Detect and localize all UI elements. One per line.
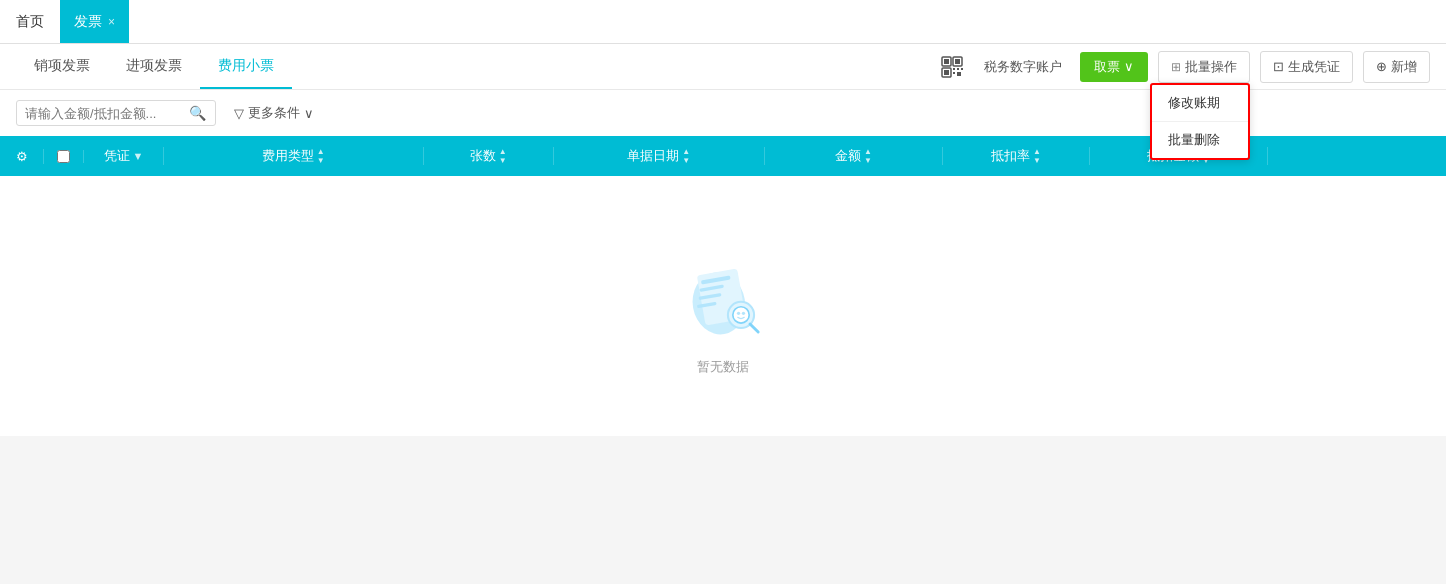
sort-date[interactable]: ▲ ▼	[682, 147, 690, 165]
sort-down-icon: ▼	[682, 156, 690, 165]
batch-ops-dropdown: 修改账期 批量删除	[1150, 83, 1250, 160]
svg-rect-5	[944, 70, 949, 75]
svg-rect-8	[961, 68, 963, 70]
take-invoice-arrow: ∨	[1124, 59, 1134, 74]
invoice-tab-close[interactable]: ×	[108, 15, 115, 29]
table-container: ⚙ 凭证 ▼ 费用类型 ▲ ▼ 张数 ▲ ▼ 单据日期 ▲	[0, 136, 1446, 436]
batch-delete-item[interactable]: 批量删除	[1152, 122, 1248, 158]
add-button[interactable]: ⊕ 新增	[1363, 51, 1430, 83]
sort-amount[interactable]: ▲ ▼	[864, 147, 872, 165]
home-label: 首页	[16, 13, 44, 31]
sort-up-icon: ▲	[682, 147, 690, 156]
more-conditions-arrow: ∨	[304, 106, 314, 121]
batch-ops-icon: ⊞	[1171, 60, 1181, 74]
tab-sales-invoice[interactable]: 销项发票	[16, 44, 108, 89]
svg-point-21	[742, 312, 745, 315]
col-expense-type: 费用类型 ▲ ▼	[164, 147, 424, 165]
sort-rate[interactable]: ▲ ▼	[1033, 147, 1041, 165]
col-amount: 金额 ▲ ▼	[765, 147, 944, 165]
top-nav: 首页 发票 ×	[0, 0, 1446, 44]
search-icon[interactable]: 🔍	[189, 105, 206, 121]
invoice-tab-label: 发票	[74, 13, 102, 31]
empty-state: 暂无数据	[0, 176, 1446, 436]
empty-state-text: 暂无数据	[697, 358, 749, 376]
more-conditions-button[interactable]: ▽ 更多条件 ∨	[226, 100, 322, 126]
empty-state-icon	[673, 256, 773, 346]
sort-down-icon: ▼	[317, 156, 325, 165]
svg-rect-7	[957, 68, 959, 70]
generate-voucher-icon: ⊡	[1273, 59, 1284, 74]
sort-up-icon: ▲	[499, 147, 507, 156]
col-count: 张数 ▲ ▼	[424, 147, 554, 165]
take-invoice-button[interactable]: 取票 ∨	[1080, 52, 1148, 82]
col-voucher: 凭证 ▼	[84, 147, 164, 165]
svg-rect-10	[957, 72, 961, 76]
svg-rect-3	[955, 59, 960, 64]
sort-count[interactable]: ▲ ▼	[499, 147, 507, 165]
search-input[interactable]	[25, 106, 185, 121]
filter-icon: ▽	[234, 106, 244, 121]
svg-line-19	[750, 324, 758, 332]
modify-period-item[interactable]: 修改账期	[1152, 85, 1248, 122]
sub-tabs-left: 销项发票 进项发票 费用小票	[16, 44, 292, 89]
voucher-filter-icon[interactable]: ▼	[133, 150, 144, 162]
svg-rect-9	[953, 72, 955, 74]
settings-icon: ⚙	[16, 149, 28, 164]
tab-input-invoice[interactable]: 进项发票	[108, 44, 200, 89]
search-box: 🔍	[16, 100, 216, 126]
sort-up-icon: ▲	[864, 147, 872, 156]
col-date: 单据日期 ▲ ▼	[554, 147, 765, 165]
tab-expense-receipt[interactable]: 费用小票	[200, 44, 292, 89]
batch-ops-button[interactable]: ⊞ 批量操作	[1158, 51, 1250, 83]
sort-down-icon: ▼	[499, 156, 507, 165]
sort-up-icon: ▲	[317, 147, 325, 156]
sort-expense-type[interactable]: ▲ ▼	[317, 147, 325, 165]
col-settings[interactable]: ⚙	[0, 149, 44, 164]
select-all-checkbox[interactable]	[57, 150, 70, 163]
sort-down-icon: ▼	[1033, 156, 1041, 165]
svg-point-20	[737, 312, 740, 315]
tax-account-button[interactable]: 税务数字账户	[976, 54, 1070, 80]
add-icon: ⊕	[1376, 59, 1387, 74]
qr-icon[interactable]	[938, 53, 966, 81]
svg-point-18	[733, 307, 749, 323]
sub-tabs-bar: 销项发票 进项发票 费用小票 税务数字账户	[0, 44, 1446, 90]
sort-up-icon: ▲	[1033, 147, 1041, 156]
home-nav-item[interactable]: 首页	[0, 0, 60, 43]
invoice-tab[interactable]: 发票 ×	[60, 0, 129, 43]
generate-voucher-button[interactable]: ⊡ 生成凭证	[1260, 51, 1353, 83]
sub-tabs-right: 税务数字账户 取票 ∨ ⊞ 批量操作 修改账期 批量删除 ⊡ 生成凭证	[938, 51, 1430, 83]
svg-rect-1	[944, 59, 949, 64]
svg-rect-6	[953, 68, 955, 70]
batch-ops-wrapper: ⊞ 批量操作 修改账期 批量删除	[1158, 51, 1250, 83]
col-deduct-rate: 抵扣率 ▲ ▼	[943, 147, 1089, 165]
sort-down-icon: ▼	[864, 156, 872, 165]
col-checkbox[interactable]	[44, 150, 84, 163]
